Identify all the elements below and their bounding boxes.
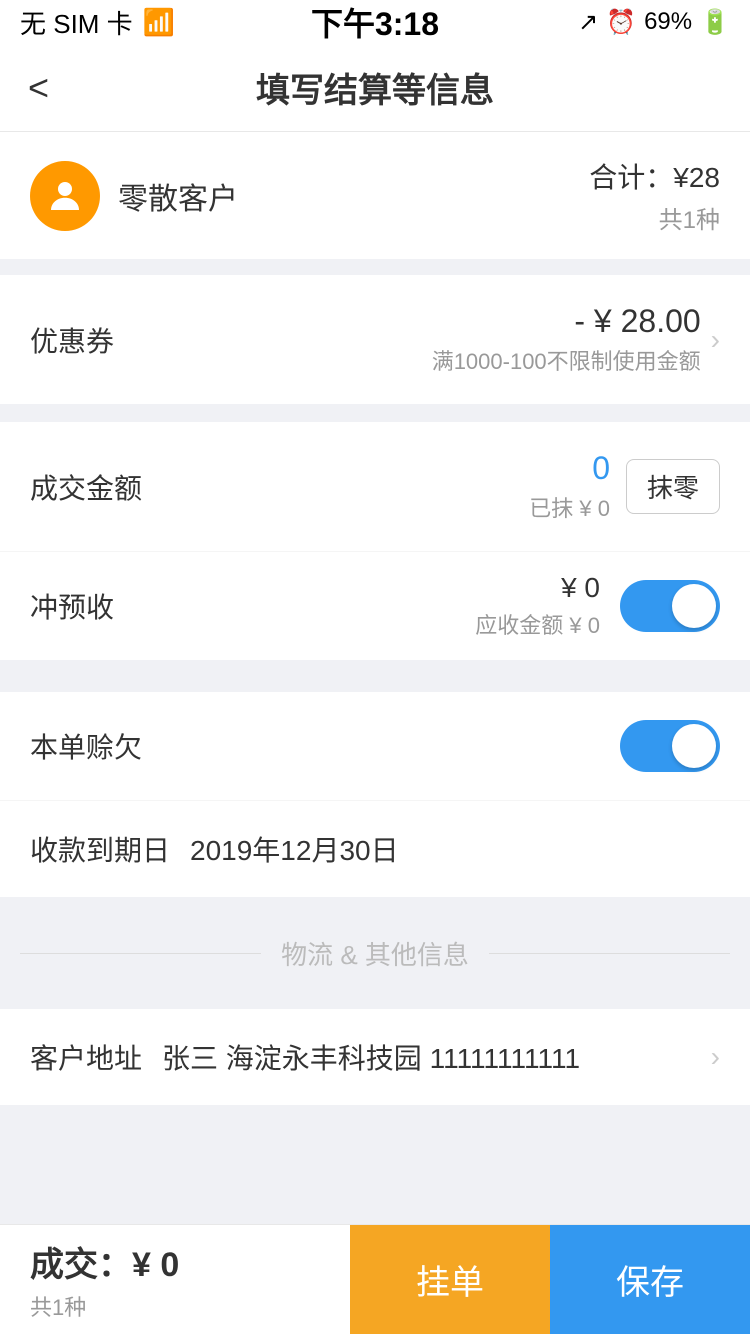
address-value: 张三 海淀永丰科技园 11111111111 xyxy=(162,1037,580,1077)
customer-total: 合计：¥28 xyxy=(589,156,720,196)
content-area: 零散客户 合计：¥28 共1种 优惠券 - ¥ 28.00 满1000-100不… xyxy=(0,132,750,1245)
sheqian-toggle[interactable] xyxy=(620,720,720,772)
status-bar-left: 无 SIM 卡 📶 xyxy=(20,4,175,41)
status-bar-right: ↗ ⏰ 69% 🔋 xyxy=(578,8,730,37)
chong-values: ¥ 0 应收金额 ¥ 0 xyxy=(475,572,600,640)
deal-amount-sub: 已抹 ¥ 0 xyxy=(529,491,610,523)
divider-line-right xyxy=(489,953,730,954)
sheqian-row: 本单赊欠 xyxy=(0,692,750,801)
bottom-deal-label: 成交： xyxy=(30,1246,132,1284)
customer-section: 零散客户 合计：¥28 共1种 xyxy=(0,132,750,259)
amount-input-wrapper: 0 已抹 ¥ 0 xyxy=(529,450,610,523)
coupon-desc: 满1000-100不限制使用金额 xyxy=(432,344,701,376)
divider-line-left xyxy=(20,953,261,954)
user-icon xyxy=(44,175,86,217)
hang-order-button[interactable]: 挂单 xyxy=(350,1225,550,1334)
back-button[interactable]: < xyxy=(28,67,49,109)
section-gap-3 xyxy=(0,897,750,913)
avatar xyxy=(30,161,100,231)
customer-name: 零散客户 xyxy=(118,174,238,218)
coupon-right-wrapper: - ¥ 28.00 满1000-100不限制使用金额 xyxy=(432,303,701,376)
bottom-count: 共1种 xyxy=(30,1290,320,1322)
section-gap-2 xyxy=(0,676,750,692)
alarm-icon: ⏰ xyxy=(606,8,636,37)
chong-toggle[interactable] xyxy=(620,580,720,632)
chong-right: ¥ 0 应收金额 ¥ 0 xyxy=(475,572,720,640)
chong-label: 冲预收 xyxy=(30,586,114,626)
round-off-button[interactable]: 抹零 xyxy=(626,459,720,514)
duedate-row: 收款到期日 2019年12月30日 xyxy=(0,801,750,897)
address-left: 客户地址 张三 海淀永丰科技园 11111111111 xyxy=(30,1037,580,1077)
deal-amount-label: 成交金额 xyxy=(30,467,142,507)
bottom-bar: 成交：¥ 0 共1种 挂单 保存 xyxy=(0,1224,750,1334)
address-row[interactable]: 客户地址 张三 海淀永丰科技园 11111111111 › xyxy=(0,1009,750,1105)
bottom-deal-amount: ¥ 0 xyxy=(132,1246,179,1284)
battery-icon: 🔋 xyxy=(700,8,730,37)
status-bar: 无 SIM 卡 📶 下午3:18 ↗ ⏰ 69% 🔋 xyxy=(0,0,750,44)
deal-amount-value: 0 xyxy=(592,450,610,487)
save-button[interactable]: 保存 xyxy=(550,1225,750,1334)
section-gap-4 xyxy=(0,993,750,1009)
nav-bar: < 填写结算等信息 xyxy=(0,44,750,132)
deal-amount-row: 成交金额 0 已抹 ¥ 0 抹零 xyxy=(0,422,750,552)
logistics-divider: 物流 & 其他信息 xyxy=(0,913,750,993)
customer-right: 合计：¥28 共1种 xyxy=(589,156,720,235)
bottom-info: 成交：¥ 0 共1种 xyxy=(0,1237,350,1322)
logistics-label: 物流 & 其他信息 xyxy=(281,935,469,972)
battery-label: 69% xyxy=(644,8,692,36)
carrier-label: 无 SIM 卡 xyxy=(20,4,133,41)
chong-main-value: ¥ 0 xyxy=(475,572,600,604)
page-title: 填写结算等信息 xyxy=(256,63,494,112)
customer-left: 零散客户 xyxy=(30,161,238,231)
duedate-value: 2019年12月30日 xyxy=(190,829,399,869)
coupon-section[interactable]: 优惠券 - ¥ 28.00 满1000-100不限制使用金额 › xyxy=(0,275,750,404)
address-label: 客户地址 xyxy=(30,1037,142,1077)
section-gap-1 xyxy=(0,406,750,422)
chong-yushou-row: 冲预收 ¥ 0 应收金额 ¥ 0 xyxy=(0,552,750,660)
sheqian-toggle-knob xyxy=(672,724,716,768)
duedate-label: 收款到期日 xyxy=(30,829,170,869)
chong-sub-value: 应收金额 ¥ 0 xyxy=(475,608,600,640)
location-icon: ↗ xyxy=(578,8,598,37)
deal-amount-right: 0 已抹 ¥ 0 抹零 xyxy=(529,450,720,523)
address-chevron-icon: › xyxy=(711,1041,720,1073)
address-section: 客户地址 张三 海淀永丰科技园 11111111111 › xyxy=(0,1009,750,1105)
wifi-icon: 📶 xyxy=(143,7,175,38)
deal-amount-section: 成交金额 0 已抹 ¥ 0 抹零 冲预收 ¥ 0 应收金额 ¥ 0 xyxy=(0,422,750,660)
customer-count: 共1种 xyxy=(589,200,720,235)
sheqian-label: 本单赊欠 xyxy=(30,726,142,766)
sheqian-section: 本单赊欠 收款到期日 2019年12月30日 xyxy=(0,692,750,897)
coupon-amount: - ¥ 28.00 xyxy=(432,303,701,340)
chevron-right-icon: › xyxy=(711,324,720,356)
bottom-deal-row: 成交：¥ 0 xyxy=(30,1237,320,1286)
coupon-label: 优惠券 xyxy=(30,320,114,360)
toggle-knob xyxy=(672,584,716,628)
status-bar-time: 下午3:18 xyxy=(311,0,439,45)
coupon-right: - ¥ 28.00 满1000-100不限制使用金额 › xyxy=(432,303,720,376)
